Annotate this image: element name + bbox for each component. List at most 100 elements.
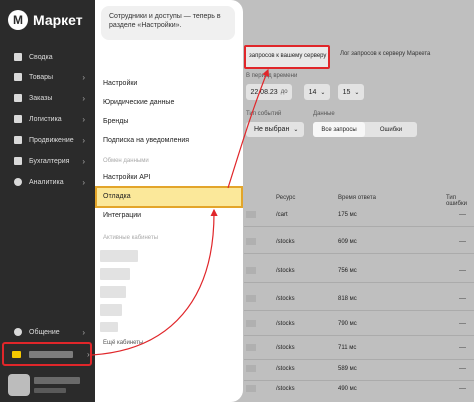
sidebar-item-promotion[interactable]: Продвижение › (0, 131, 95, 149)
period-label: В период времени (246, 73, 298, 79)
account-name-redacted (34, 377, 80, 384)
hour-value: 14 (308, 88, 317, 96)
table-row[interactable]: /stocks 818 мс — (244, 290, 474, 311)
row-error-type: — (459, 295, 466, 302)
row-error-type: — (459, 211, 466, 218)
settings-tip: Сотрудники и доступы — теперь в разделе … (101, 6, 235, 40)
status-dot (246, 365, 256, 372)
cabinet-redacted[interactable] (100, 268, 130, 280)
row-divider (244, 253, 474, 254)
cabinet-redacted[interactable] (100, 250, 138, 262)
column-header-resource: Ресурс (276, 195, 296, 201)
market-logo-icon: М (8, 10, 28, 30)
chat-icon (14, 328, 22, 336)
table-row[interactable]: /stocks 756 мс — (244, 262, 474, 283)
chevron-right-icon: › (82, 114, 85, 124)
menu-item-debug[interactable]: Отладка (95, 186, 243, 208)
section-data-exchange: Обмен данными (103, 158, 149, 164)
chevron-right-icon: › (82, 93, 85, 103)
row-error-type: — (459, 344, 466, 351)
cabinet-redacted[interactable] (100, 286, 126, 298)
table-row[interactable]: /stocks 609 мс — (244, 233, 474, 254)
status-select[interactable]: Не выбран ⌄ (246, 122, 304, 137)
row-resource: /stocks (276, 366, 295, 372)
sidebar-item-label: Бухгалтерия (29, 157, 70, 165)
menu-item-brands[interactable]: Бренды (103, 118, 128, 125)
box-icon (14, 73, 22, 81)
row-time: 790 мс (338, 321, 357, 327)
chevron-right-icon: › (87, 349, 90, 359)
sidebar-item-accounting[interactable]: Бухгалтерия › (0, 152, 95, 170)
data-filter-segmented: Все запросы Ошибки (313, 122, 417, 137)
avatar[interactable] (8, 374, 30, 396)
table-row[interactable]: /stocks 589 мс — (244, 360, 474, 381)
menu-item-settings[interactable]: Настройки (103, 80, 137, 87)
document-icon (14, 157, 22, 165)
sidebar-item-analytics[interactable]: Аналитика › (0, 173, 95, 191)
date-value: 22.08.23 (250, 88, 278, 96)
row-resource: /stocks (276, 321, 295, 327)
hour-select[interactable]: 14 ⌄ (304, 84, 330, 100)
row-error-type: — (459, 267, 466, 274)
data-label: Данные (313, 111, 335, 117)
row-time: 818 мс (338, 296, 357, 302)
row-divider (244, 282, 474, 283)
row-error-type: — (459, 320, 466, 327)
row-time: 589 мс (338, 366, 357, 372)
filter-all-requests[interactable]: Все запросы (313, 122, 365, 137)
sidebar-item-goods[interactable]: Товары › (0, 68, 95, 86)
row-resource: /stocks (276, 296, 295, 302)
menu-item-integrations[interactable]: Интеграции (103, 212, 141, 219)
row-divider (244, 226, 474, 227)
row-error-type: — (459, 238, 466, 245)
sidebar-item-summary[interactable]: Сводка (0, 48, 95, 66)
status-label: Тип событий (246, 111, 282, 117)
logo[interactable]: М Маркет (8, 10, 83, 30)
row-divider (244, 310, 474, 311)
sidebar-item-label: Аналитика (29, 178, 64, 186)
date-field[interactable]: 22.08.23 до (246, 84, 292, 100)
menu-item-api-settings[interactable]: Настройки API (103, 174, 151, 181)
sidebar-item-label: Заказы (29, 94, 53, 102)
status-dot (246, 211, 256, 218)
menu-item-notifications[interactable]: Подписка на уведомления (103, 137, 189, 144)
row-time: 711 мс (338, 345, 357, 351)
sidebar-item-orders[interactable]: Заказы › (0, 89, 95, 107)
cabinet-redacted[interactable] (100, 322, 118, 332)
row-resource: /stocks (276, 268, 295, 274)
logo-text: Маркет (33, 12, 83, 28)
sidebar-item-label: Товары (29, 73, 54, 81)
row-time: 490 мс (338, 386, 357, 392)
more-cabinets-link[interactable]: Ещё кабинеты (103, 340, 143, 346)
minute-select[interactable]: 15 ⌄ (338, 84, 364, 100)
status-dot (246, 295, 256, 302)
table-row[interactable]: /stocks 711 мс — (244, 339, 474, 360)
table-row[interactable]: /stocks 490 мс — (244, 380, 474, 401)
row-time: 609 мс (338, 239, 357, 245)
chevron-right-icon: › (82, 135, 85, 145)
tab-market-server-log[interactable]: Лог запросов к серверу Маркета (340, 51, 430, 57)
chevron-down-icon: ⌄ (354, 89, 360, 96)
shop-switcher[interactable]: › (2, 342, 92, 366)
table-row[interactable]: /cart 175 мс — (244, 206, 474, 227)
tab-your-server-log[interactable]: запросов к вашему серверу (244, 45, 330, 69)
sidebar: М Маркет Сводка Товары › Заказы › Логист… (0, 0, 95, 402)
menu-item-legal-data[interactable]: Юридические данные (103, 99, 174, 106)
sidebar-item-logistics[interactable]: Логистика › (0, 110, 95, 128)
cabinet-redacted[interactable] (100, 304, 122, 316)
chevron-right-icon: › (82, 72, 85, 82)
row-resource: /stocks (276, 345, 295, 351)
shop-icon (12, 350, 21, 358)
row-time: 756 мс (338, 268, 357, 274)
row-time: 175 мс (338, 212, 357, 218)
row-resource: /stocks (276, 239, 295, 245)
table-row[interactable]: /stocks 790 мс — (244, 315, 474, 336)
row-divider (244, 335, 474, 336)
row-error-type: — (459, 385, 466, 392)
row-resource: /cart (276, 212, 288, 218)
minute-value: 15 (342, 88, 351, 96)
cart-icon (14, 94, 22, 102)
sidebar-item-chat[interactable]: Общение › (0, 323, 95, 341)
sidebar-item-label: Общение (29, 328, 60, 336)
filter-errors[interactable]: Ошибки (365, 122, 417, 137)
